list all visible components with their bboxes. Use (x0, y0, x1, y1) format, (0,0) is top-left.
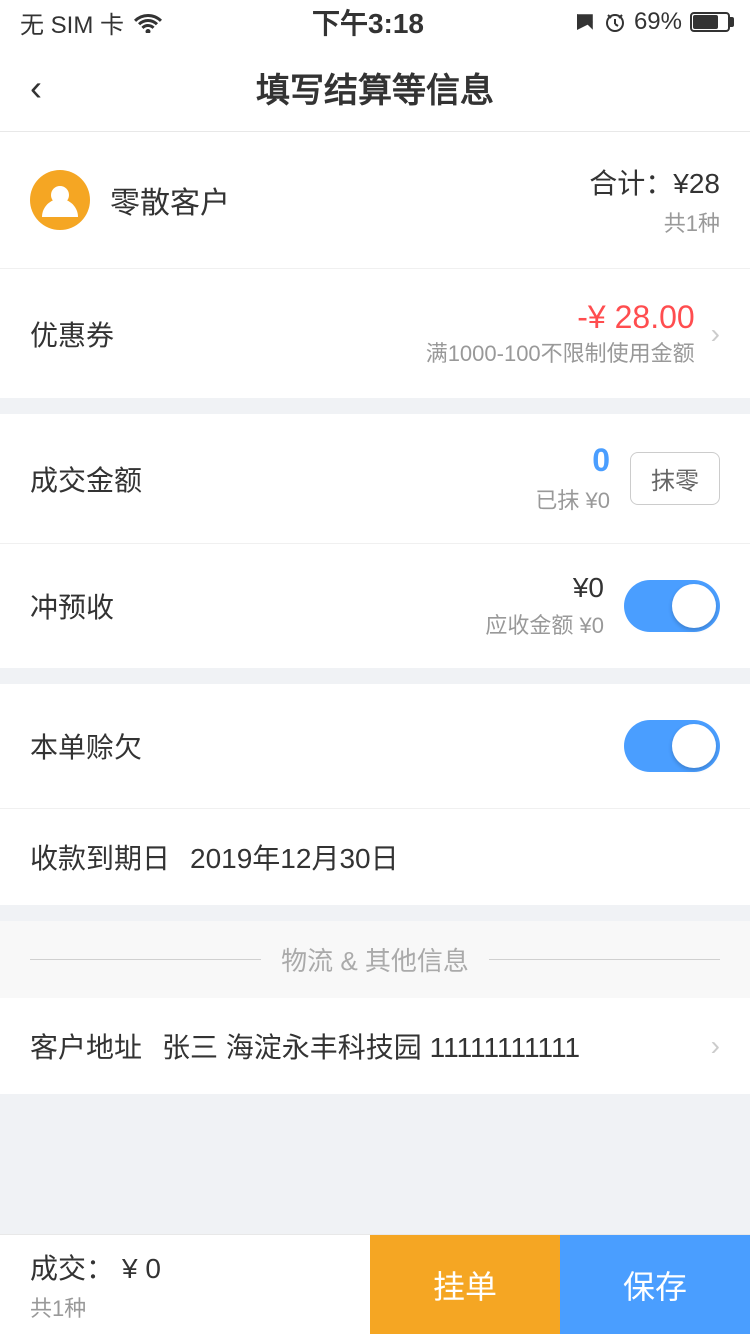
debt-label: 本单赊欠 (30, 726, 142, 766)
round-zero-button[interactable]: 抹零 (630, 452, 720, 505)
trade-amount-sub: 已抹 ¥0 (535, 483, 610, 515)
total-amount: 合计：¥28 (589, 162, 720, 202)
logistics-header: 物流 & 其他信息 (0, 921, 750, 998)
bottom-trade-label: 成交： (30, 1247, 114, 1287)
prepay-amount: ¥0 (573, 572, 604, 604)
due-date-row: 收款到期日 2019年12月30日 (0, 808, 750, 905)
bottom-bar: 成交： ¥ 0 共1种 挂单 保存 (0, 1234, 750, 1334)
address-value: 张三 海淀永丰科技园 11111111111 (162, 1026, 691, 1066)
prepay-right: ¥0 应收金额 ¥0 (114, 572, 720, 640)
battery-icon (690, 12, 730, 32)
wifi-icon (134, 11, 162, 33)
logistics-section: 物流 & 其他信息 客户地址 张三 海淀永丰科技园 11111111111 › (0, 921, 750, 1094)
coupon-right: -¥ 28.00 满1000-100不限制使用金额 › (426, 299, 720, 368)
address-chevron-icon: › (711, 1030, 720, 1062)
customer-left: 零散客户 (30, 170, 230, 230)
status-right: 69% (574, 8, 730, 36)
coupon-discount: -¥ 28.00 (577, 299, 694, 336)
trade-amount-label: 成交金额 (30, 459, 142, 499)
coupon-chevron-icon: › (711, 318, 720, 350)
back-button[interactable]: ‹ (30, 67, 42, 109)
avatar-icon (39, 179, 81, 221)
trade-amount-row: 成交金额 0 已抹 ¥0 抹零 (0, 414, 750, 544)
status-time: 下午3:18 (312, 2, 424, 42)
status-bar: 无 SIM 卡 下午3:18 69% (0, 0, 750, 44)
nav-bar: ‹ 填写结算等信息 (0, 44, 750, 132)
prepay-row: 冲预收 ¥0 应收金额 ¥0 (0, 544, 750, 668)
debt-toggle-knob (672, 724, 716, 768)
customer-section: 零散客户 合计：¥28 共1种 优惠券 -¥ 28.00 满1000-100不限… (0, 132, 750, 398)
alarm-icon (604, 11, 626, 33)
prepay-amounts: ¥0 应收金额 ¥0 (485, 572, 604, 640)
debt-toggle[interactable] (624, 720, 720, 772)
total-count: 共1种 (589, 206, 720, 238)
hold-button[interactable]: 挂单 (370, 1235, 560, 1334)
bottom-count: 共1种 (30, 1291, 340, 1323)
debt-row: 本单赊欠 (0, 684, 750, 808)
customer-right: 合计：¥28 共1种 (589, 162, 720, 238)
coupon-desc: 满1000-100不限制使用金额 (426, 336, 695, 368)
content: 零散客户 合计：¥28 共1种 优惠券 -¥ 28.00 满1000-100不限… (0, 132, 750, 1230)
bottom-trade-row: 成交： ¥ 0 (30, 1247, 340, 1287)
address-label: 客户地址 (30, 1026, 142, 1066)
page-title: 填写结算等信息 (256, 63, 494, 112)
bottom-info: 成交： ¥ 0 共1种 (0, 1235, 370, 1334)
status-left: 无 SIM 卡 (20, 5, 162, 40)
prepay-toggle[interactable] (624, 580, 720, 632)
coupon-info: -¥ 28.00 满1000-100不限制使用金额 (426, 299, 695, 368)
logistics-line-right (489, 959, 720, 960)
bottom-trade-amount: ¥ 0 (122, 1253, 161, 1285)
address-row[interactable]: 客户地址 张三 海淀永丰科技园 11111111111 › (0, 998, 750, 1094)
customer-row: 零散客户 合计：¥28 共1种 (0, 132, 750, 268)
sim-status: 无 SIM 卡 (20, 5, 124, 40)
debt-section: 本单赊欠 收款到期日 2019年12月30日 (0, 684, 750, 905)
customer-name: 零散客户 (110, 178, 230, 222)
due-date-value[interactable]: 2019年12月30日 (190, 837, 399, 877)
logistics-line-left (30, 959, 261, 960)
trade-amount-value[interactable]: 0 (570, 442, 610, 479)
customer-avatar (30, 170, 90, 230)
logistics-title: 物流 & 其他信息 (281, 941, 469, 978)
coupon-row[interactable]: 优惠券 -¥ 28.00 满1000-100不限制使用金额 › (0, 268, 750, 398)
prepay-sub: 应收金额 ¥0 (485, 608, 604, 640)
coupon-label: 优惠券 (30, 314, 114, 354)
save-button[interactable]: 保存 (560, 1235, 750, 1334)
due-date-label: 收款到期日 (30, 837, 170, 877)
trade-amount-values: 0 已抹 ¥0 (535, 442, 610, 515)
prepay-toggle-knob (672, 584, 716, 628)
prepay-label: 冲预收 (30, 586, 114, 626)
location-icon (574, 11, 596, 33)
trade-amount-right: 0 已抹 ¥0 抹零 (142, 442, 720, 515)
trade-section: 成交金额 0 已抹 ¥0 抹零 冲预收 ¥0 应收金额 ¥0 (0, 414, 750, 668)
battery-percent: 69% (634, 8, 682, 36)
